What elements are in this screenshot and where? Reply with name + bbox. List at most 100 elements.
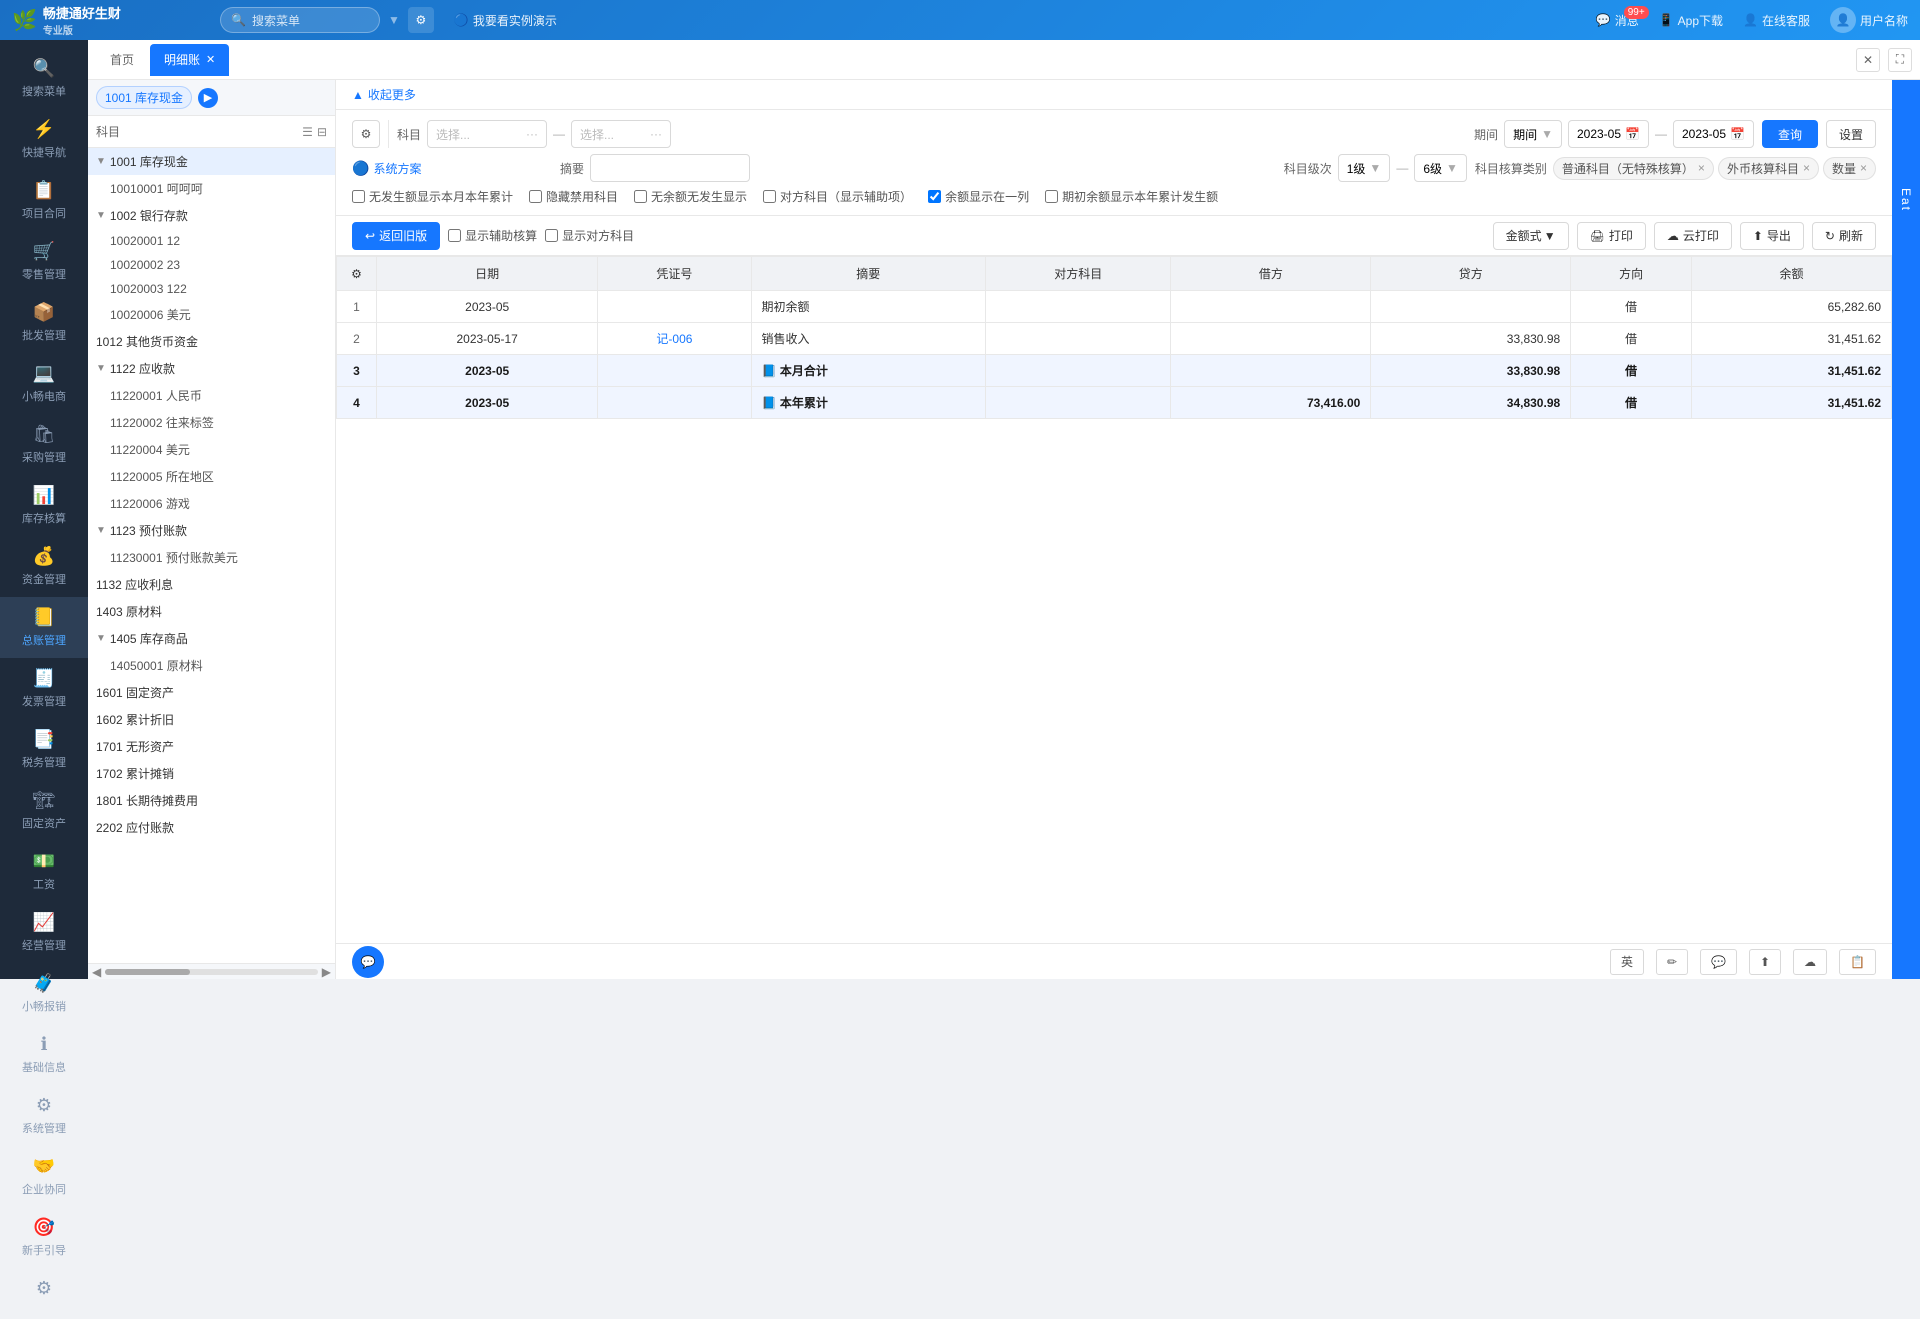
current-account[interactable]: 1001 库存现金 [96, 86, 192, 109]
sidebar-item-wholesale[interactable]: 📦 批发管理 [0, 292, 88, 353]
cb-balance-one-col-input[interactable] [928, 190, 941, 203]
sidebar-item-funds[interactable]: 💰 资金管理 [0, 536, 88, 597]
sidebar-item-quicknav[interactable]: ⚡ 快捷导航 [0, 109, 88, 170]
sidebar-item-system[interactable]: ⚙ 系统管理 [0, 1085, 88, 1146]
app-download-btn[interactable]: 📱 App下载 [1659, 12, 1723, 29]
upload-bottom-btn[interactable]: ⬆ [1749, 949, 1781, 975]
cb-show-aux[interactable]: 显示辅助核算 [448, 227, 537, 244]
lang-btn[interactable]: 英 [1610, 949, 1644, 975]
period-type-select[interactable]: 期间 ▼ [1504, 120, 1562, 148]
sidebar-item-inventory[interactable]: 📊 库存核算 [0, 475, 88, 536]
sidebar-item-collab[interactable]: 🤝 企业协同 [0, 1146, 88, 1207]
return-old-btn[interactable]: ↩ 返回旧版 [352, 222, 440, 250]
sidebar-item-invoice[interactable]: 🧾 发票管理 [0, 658, 88, 719]
sidebar-item-guide[interactable]: 🎯 新手引导 [0, 1207, 88, 1268]
edit-btn[interactable]: ✏ [1656, 949, 1688, 975]
setting-btn[interactable]: 设置 [1826, 120, 1876, 148]
user-profile[interactable]: 👤 用户名称 [1830, 7, 1908, 33]
sidebar-item-purchase[interactable]: 🛍 采购管理 [0, 414, 88, 475]
copy-btn[interactable]: 📋 [1839, 949, 1876, 975]
sidebar-item-salary[interactable]: 💵 工资 [0, 841, 88, 902]
sidebar-item-assets[interactable]: 🏗 固定资产 [0, 780, 88, 841]
cb-opening-balance[interactable]: 期初余额显示本年累计发生额 [1045, 188, 1218, 205]
cb-opening-balance-input[interactable] [1045, 190, 1058, 203]
tree-node-11220005[interactable]: 11220005 所在地区 [88, 463, 335, 490]
tree-node-11220004[interactable]: 11220004 美元 [88, 436, 335, 463]
level-end-select[interactable]: 6级 ▼ [1414, 154, 1467, 182]
table-container[interactable]: ⚙ 日期 凭证号 摘要 对方科目 借方 贷方 方向 余额 [336, 256, 1892, 943]
search-menu[interactable]: 🔍 搜索菜单 [220, 7, 380, 33]
sidebar-item-ledger[interactable]: 📒 总账管理 [0, 597, 88, 658]
settings-btn[interactable]: ⚙ [408, 7, 434, 33]
cb-hide-disabled-input[interactable] [529, 190, 542, 203]
tree-node-1001[interactable]: ▼ 1001 库存现金 [88, 148, 335, 175]
cb-show-aux-input[interactable] [448, 229, 461, 242]
filter-settings-icon[interactable]: ⚙ [352, 120, 380, 148]
tree-node-10020001[interactable]: 10020001 12 [88, 229, 335, 253]
period-end-select[interactable]: 2023-05 📅 [1673, 120, 1754, 148]
window-expand-btn[interactable]: ⛶ [1888, 48, 1912, 72]
export-btn[interactable]: ⬆ 导出 [1740, 222, 1804, 250]
subject-input-end[interactable]: 选择... ··· [571, 120, 671, 148]
tab-detail[interactable]: 明细账 ✕ [150, 44, 229, 76]
tag-normal-remove[interactable]: × [1698, 161, 1705, 175]
tree-node-1012[interactable]: 1012 其他货币资金 [88, 328, 335, 355]
level-start-select[interactable]: 1级 ▼ [1338, 154, 1391, 182]
tree-node-1132[interactable]: 1132 应收利息 [88, 571, 335, 598]
tree-node-2202[interactable]: 2202 应付账款 [88, 814, 335, 841]
expand-btn[interactable]: ▲ 收起更多 [352, 86, 416, 103]
period-start-select[interactable]: 2023-05 📅 [1568, 120, 1649, 148]
tab-close-icon[interactable]: ✕ [206, 53, 215, 66]
subject-input[interactable]: 选择... ··· [427, 120, 547, 148]
tree-node-10010001[interactable]: 10010001 呵呵呵 [88, 175, 335, 202]
refresh-btn[interactable]: ↻ 刷新 [1812, 222, 1876, 250]
sidebar-item-expense[interactable]: 🧳 小畅报销 [0, 963, 88, 1024]
cb-balance-one-col[interactable]: 余额显示在一列 [928, 188, 1029, 205]
tag-foreign-remove[interactable]: × [1803, 161, 1810, 175]
cb-no-balance[interactable]: 无余额无发生显示 [634, 188, 747, 205]
float-btn[interactable]: 💬 [352, 946, 384, 978]
cb-hide-disabled[interactable]: 隐藏禁用科目 [529, 188, 618, 205]
tree-node-10020003[interactable]: 10020003 122 [88, 277, 335, 301]
scheme-selector[interactable]: 🔵 系统方案 [352, 160, 421, 177]
voucher-link-2[interactable]: 记-006 [656, 332, 692, 346]
print-btn[interactable]: 🖨 打印 [1577, 222, 1646, 250]
sidebar-item-settings[interactable]: ⚙ [0, 1268, 88, 1309]
next-account-btn[interactable]: ▶ [198, 88, 218, 108]
demo-link[interactable]: 🔵 我要看实例演示 [454, 12, 557, 29]
tree-node-11220001[interactable]: 11220001 人民币 [88, 382, 335, 409]
cb-opposite-subject-input[interactable] [763, 190, 776, 203]
cb-show-opposite[interactable]: 显示对方科目 [545, 227, 634, 244]
sidebar-item-management[interactable]: 📈 经营管理 [0, 902, 88, 963]
tree-list-icon[interactable]: ☰ [302, 125, 313, 139]
td-voucher-2[interactable]: 记-006 [598, 323, 751, 355]
sidebar-item-basic[interactable]: ℹ 基础信息 [0, 1024, 88, 1085]
sidebar-item-tax[interactable]: 📑 税务管理 [0, 719, 88, 780]
chat-btn[interactable]: 💬 [1700, 949, 1737, 975]
currency-btn[interactable]: 金额式 ▼ [1493, 222, 1569, 250]
cb-no-amount-input[interactable] [352, 190, 365, 203]
online-service-btn[interactable]: 👤 在线客服 [1743, 12, 1810, 29]
tree-node-11220006[interactable]: 11220006 游戏 [88, 490, 335, 517]
tree-node-10020002[interactable]: 10020002 23 [88, 253, 335, 277]
cloud-bottom-btn[interactable]: ☁ [1793, 949, 1827, 975]
th-settings[interactable]: ⚙ [337, 257, 377, 291]
tree-node-1801[interactable]: 1801 长期待摊费用 [88, 787, 335, 814]
right-panel-eat-btn[interactable]: Eat [1895, 180, 1917, 220]
tree-node-1701[interactable]: 1701 无形资产 [88, 733, 335, 760]
tag-qty-remove[interactable]: × [1860, 161, 1867, 175]
scroll-right-btn[interactable]: ▶ [322, 965, 331, 979]
tree-node-11230001[interactable]: 11230001 预付账款美元 [88, 544, 335, 571]
cb-no-balance-input[interactable] [634, 190, 647, 203]
tree-scroll[interactable]: ▼ 1001 库存现金 10010001 呵呵呵 ▼ 1002 银行存款 100… [88, 148, 335, 963]
sidebar-item-retail[interactable]: 🛒 零售管理 [0, 231, 88, 292]
scroll-left-btn[interactable]: ◀ [92, 965, 101, 979]
tab-home[interactable]: 首页 [96, 44, 148, 76]
tree-node-1702[interactable]: 1702 累计摊销 [88, 760, 335, 787]
sidebar-item-ecommerce[interactable]: 💻 小畅电商 [0, 353, 88, 414]
summary-input[interactable] [590, 154, 750, 182]
query-btn[interactable]: 查询 [1762, 120, 1818, 148]
tree-node-1403[interactable]: 1403 原材料 [88, 598, 335, 625]
tree-node-14050001[interactable]: 14050001 原材料 [88, 652, 335, 679]
cloud-print-btn[interactable]: ☁ 云打印 [1654, 222, 1732, 250]
